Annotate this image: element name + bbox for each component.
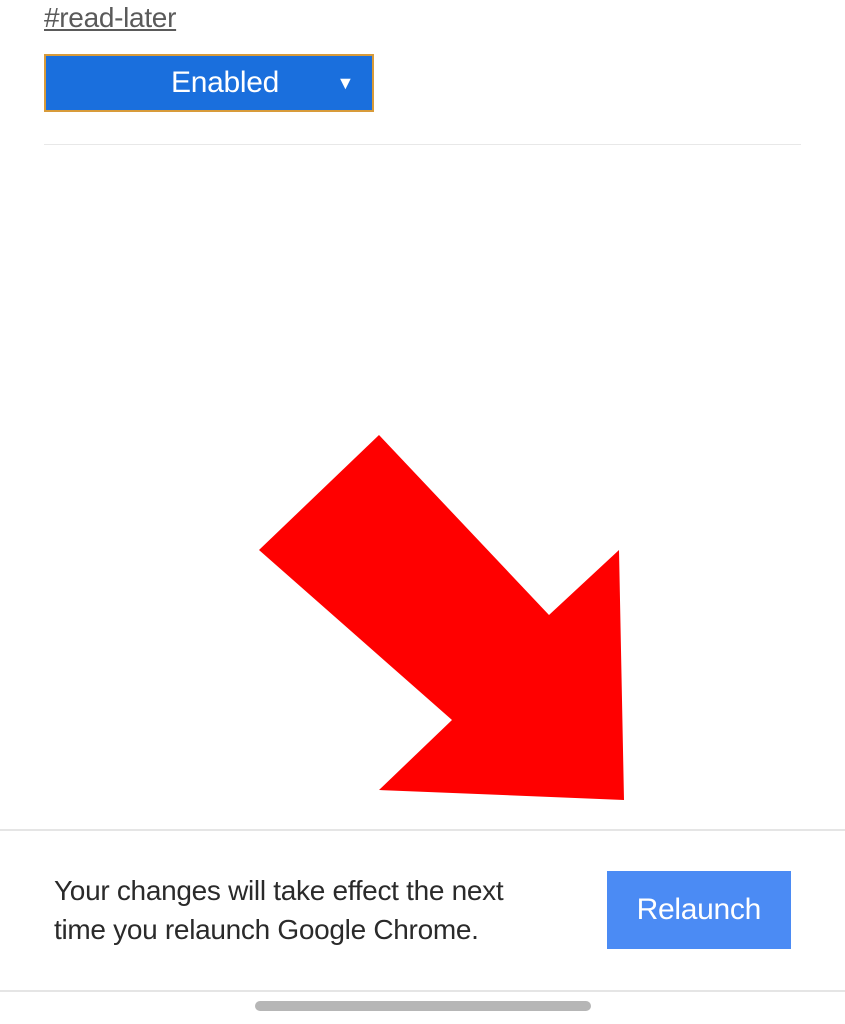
relaunch-button[interactable]: Relaunch bbox=[607, 871, 791, 949]
flag-state-dropdown[interactable]: Enabled ▼ bbox=[44, 54, 374, 112]
relaunch-message: Your changes will take effect the next t… bbox=[54, 871, 544, 951]
flag-section: #read-later Enabled ▼ bbox=[0, 0, 845, 144]
chevron-down-icon: ▼ bbox=[336, 73, 354, 94]
content-area bbox=[44, 145, 801, 810]
home-indicator bbox=[255, 1001, 591, 1011]
dropdown-wrapper: Enabled ▼ bbox=[44, 54, 801, 144]
pointer-arrow-icon bbox=[204, 435, 634, 815]
flag-hash-link[interactable]: #read-later bbox=[44, 0, 176, 54]
dropdown-selected-value: Enabled bbox=[46, 66, 372, 100]
relaunch-footer-bar: Your changes will take effect the next t… bbox=[0, 829, 845, 993]
